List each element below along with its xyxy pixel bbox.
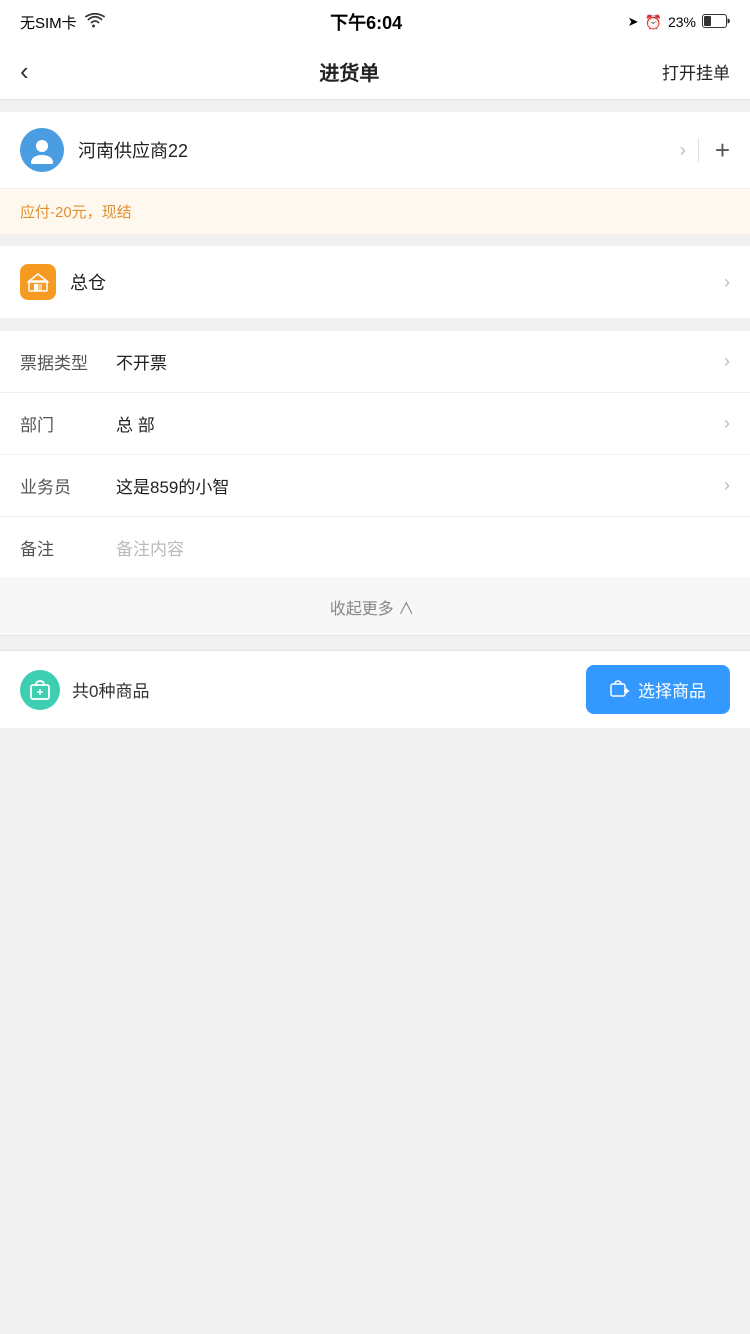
select-product-button[interactable]: 选择商品 [586, 665, 730, 714]
invoice-type-arrow-icon: › [724, 351, 730, 372]
supplier-divider [698, 138, 699, 162]
battery-text: 23% [668, 14, 696, 30]
supplier-arrow-icon: › [680, 140, 686, 161]
status-bar: 无SIM卡 下午6:04 ➤ ⏰ 23% [0, 0, 750, 44]
supplier-name: 河南供应商22 [78, 137, 680, 163]
invoice-type-label: 票据类型 [20, 349, 100, 374]
alarm-icon: ⏰ [645, 14, 662, 31]
warehouse-card: 总仓 › [0, 246, 750, 319]
battery-icon [702, 14, 730, 31]
location-icon: ➤ [628, 14, 639, 30]
remark-label: 备注 [20, 535, 100, 560]
back-button[interactable]: ‹ [20, 52, 37, 91]
section-gap-4 [0, 636, 750, 648]
section-gap-3 [0, 319, 750, 331]
salesperson-value: 这是859的小智 [116, 473, 724, 498]
bottom-bar: 共0种商品 选择商品 [0, 650, 750, 728]
warehouse-arrow-icon: › [724, 272, 730, 293]
product-count-text: 共0种商品 [72, 677, 586, 702]
department-arrow-icon: › [724, 413, 730, 434]
salesperson-arrow-icon: › [724, 475, 730, 496]
page-title: 进货单 [319, 57, 379, 86]
status-time: 下午6:04 [330, 9, 402, 35]
salesperson-row[interactable]: 业务员 这是859的小智 › [0, 455, 750, 517]
status-right: ➤ ⏰ 23% [628, 14, 730, 31]
department-row[interactable]: 部门 总 部 › [0, 393, 750, 455]
background-fill [0, 728, 750, 1028]
section-gap-2 [0, 234, 750, 246]
remark-input[interactable]: 备注内容 [116, 535, 730, 560]
supplier-avatar [20, 128, 64, 172]
warehouse-label: 总仓 [70, 269, 724, 295]
warehouse-row[interactable]: 总仓 › [0, 246, 750, 319]
department-label: 部门 [20, 411, 100, 436]
form-card: 票据类型 不开票 › 部门 总 部 › 业务员 这是859的小智 › 备注 备注… [0, 331, 750, 579]
wifi-icon [85, 13, 105, 32]
notice-text: 应付-20元，现结 [20, 204, 132, 221]
supplier-row[interactable]: 河南供应商22 › + [0, 112, 750, 189]
department-value: 总 部 [116, 411, 724, 436]
select-product-label: 选择商品 [638, 677, 706, 702]
add-supplier-button[interactable]: + [715, 135, 730, 166]
status-left: 无SIM卡 [20, 12, 105, 33]
salesperson-label: 业务员 [20, 473, 100, 498]
invoice-type-row[interactable]: 票据类型 不开票 › [0, 331, 750, 393]
notice-bar: 应付-20元，现结 [0, 189, 750, 234]
remark-row[interactable]: 备注 备注内容 [0, 517, 750, 579]
open-pending-button[interactable]: 打开挂单 [662, 59, 730, 84]
collapse-label: 收起更多 ∧ [330, 595, 414, 619]
supplier-card: 河南供应商22 › + 应付-20元，现结 [0, 112, 750, 234]
product-icon [20, 670, 60, 710]
collapse-row[interactable]: 收起更多 ∧ [0, 579, 750, 636]
section-gap-1 [0, 100, 750, 112]
invoice-type-value: 不开票 [116, 349, 724, 374]
warehouse-icon [20, 264, 56, 300]
nav-bar: ‹ 进货单 打开挂单 [0, 44, 750, 100]
network-label: 无SIM卡 [20, 12, 77, 33]
